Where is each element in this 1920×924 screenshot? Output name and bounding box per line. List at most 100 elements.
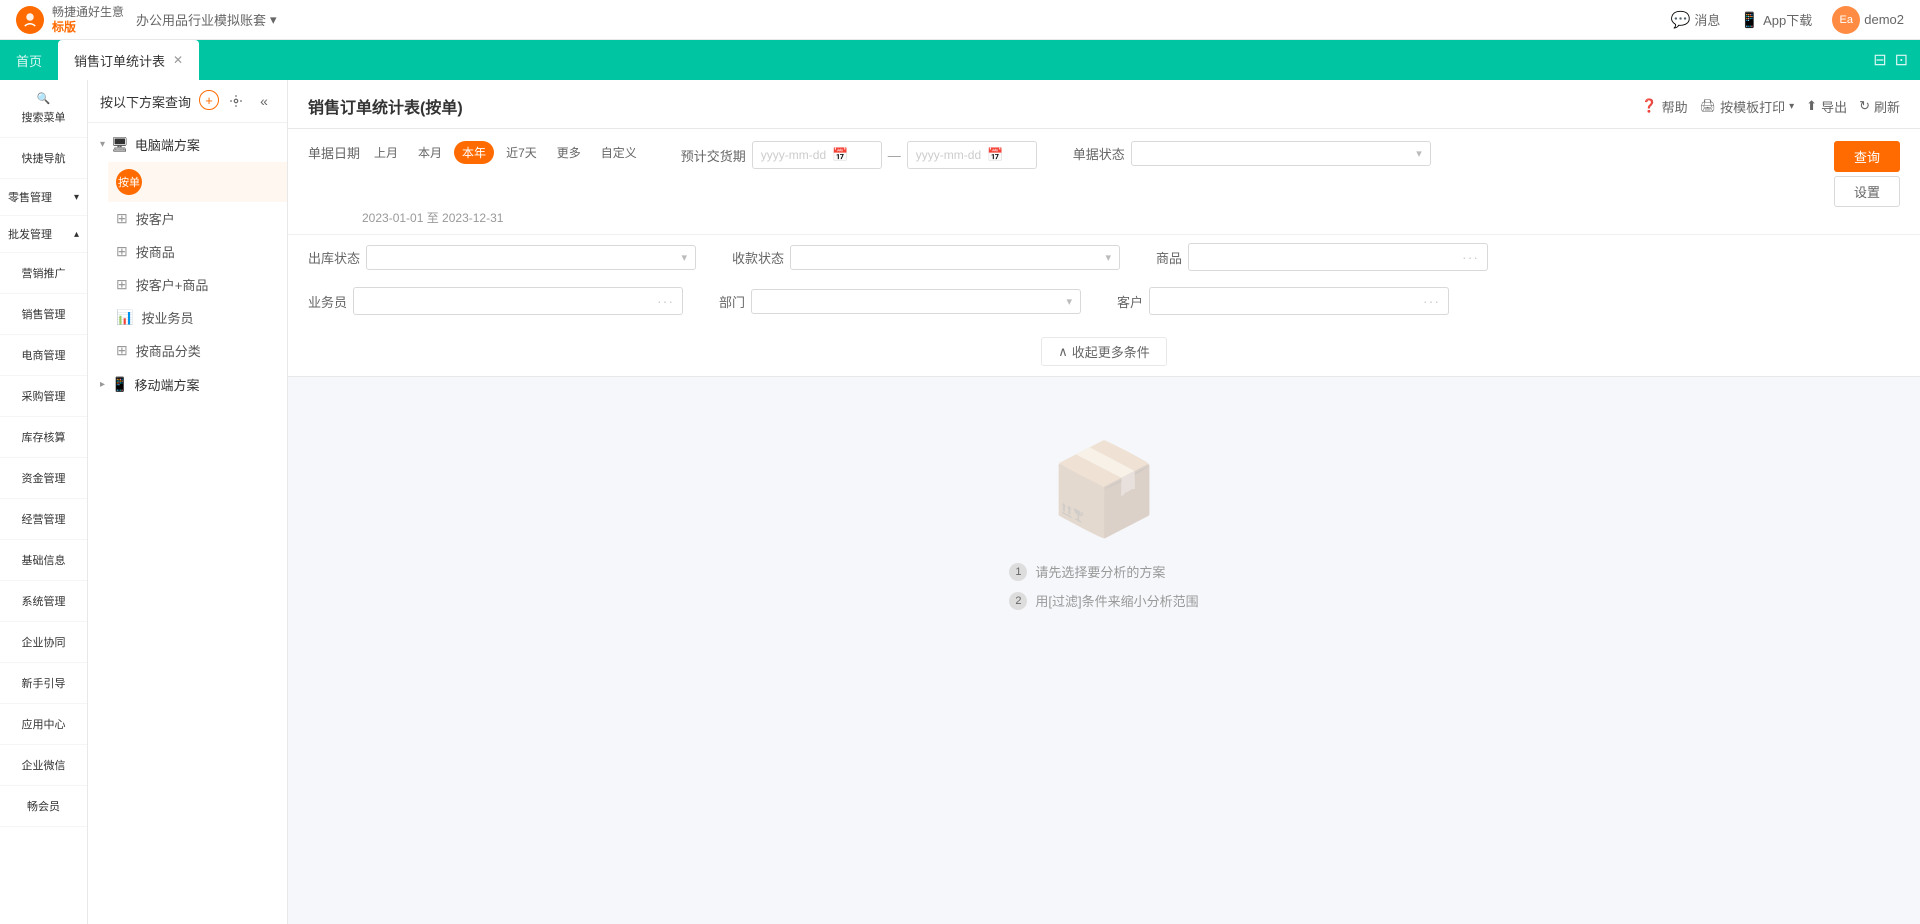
sidebar-item-new-guide[interactable]: 新手引导 [0,663,87,704]
date-tab-more[interactable]: 更多 [549,141,589,164]
scheme-item-by-order[interactable]: 按单 [108,162,287,202]
chevron-down-icon: ▾ [1067,295,1073,308]
export-icon: ⬆ [1806,98,1817,114]
logo-text: 畅捷通好生意 标版 [52,5,124,34]
date-tab-custom[interactable]: 自定义 [593,141,645,164]
tree-mobile-section[interactable]: ▸ 📱 移动端方案 [88,367,287,402]
sidebar-item-ecommerce[interactable]: 电商管理 [0,335,87,376]
chevron-down-icon: ▾ [1416,147,1422,160]
tab-home[interactable]: 首页 [0,40,58,80]
sidebar-item-sales[interactable]: 销售管理 [0,294,87,335]
right-main: 销售订单统计表(按单) ❓ 帮助 🖨 按模板打印 ▾ ⬆ 导出 [288,80,1920,924]
tab-bar: 首页 销售订单统计表 ✕ ⊟ ⊡ [0,40,1920,80]
sidebar-item-shortcuts[interactable]: 快捷导航 [0,138,87,179]
salesperson-filter: 业务员 ··· [308,287,683,315]
sidebar-item-wechat[interactable]: 企业微信 [0,745,87,786]
sidebar-item-purchase[interactable]: 采购管理 [0,376,87,417]
goods-select[interactable]: ··· [1188,243,1488,271]
download-icon: 📱 [1740,11,1759,29]
print-button[interactable]: 🖨 按模板打印 ▾ [1700,97,1795,116]
breadcrumb-dropdown[interactable]: 办公用品行业模拟账套 ▾ [136,10,277,29]
sidebar-item-members[interactable]: 畅会员 [0,786,87,827]
collapse-panel-button[interactable]: « [253,90,275,112]
tab-sales-order-stats[interactable]: 销售订单统计表 ✕ [58,40,199,80]
edit-scheme-button[interactable] [225,90,247,112]
date-tabs: 上月 本月 本年 近7天 更多 自定义 [366,141,645,164]
collapse-button[interactable]: ∧ 收起更多条件 [1041,337,1167,366]
logo-icon [16,6,44,34]
salesperson-select[interactable]: ··· [353,287,683,315]
message-button[interactable]: 💬 消息 [1670,10,1720,30]
scheme-icon: ⊞ [116,210,128,227]
help-icon: ❓ [1641,98,1657,114]
query-button[interactable]: 查询 [1834,141,1900,172]
empty-illustration: 📦 [1048,437,1160,542]
sidebar-item-system[interactable]: 系统管理 [0,581,87,622]
sidebar-item-search[interactable]: 🔍 搜索菜单 [0,80,87,138]
sidebar: 🔍 搜索菜单 快捷导航 零售管理 ▾ 批发管理 ▴ 营销推广 销售管理 电商管理… [0,80,88,924]
main-action-buttons: 查询 设置 [1834,141,1900,207]
tree-pc-section[interactable]: ▾ 🖥 电脑端方案 [88,127,287,162]
payment-status-filter: 收款状态 ▾ [732,245,1120,270]
filter-row-2: 出库状态 ▾ 收款状态 ▾ 商品 [288,234,1920,279]
date-tab-last-month[interactable]: 上月 [366,141,406,164]
tab-bar-actions: ⊟ ⊡ [1873,50,1920,70]
add-scheme-button[interactable]: + [199,90,219,110]
export-button[interactable]: ⬆ 导出 [1806,97,1847,116]
more-dots-icon-3[interactable]: ··· [1423,293,1440,309]
refresh-button[interactable]: ↻ 刷新 [1859,97,1900,116]
expected-delivery-start[interactable]: yyyy-mm-dd 📅 [752,141,882,169]
sidebar-item-inventory[interactable]: 库存核算 [0,417,87,458]
sidebar-item-finance[interactable]: 资金管理 [0,458,87,499]
search-icon: 🔍 [37,92,51,105]
out-status-select[interactable]: ▾ [366,245,696,270]
scheme-icon: ⊞ [116,243,128,260]
app-download-button[interactable]: 📱 App下载 [1740,10,1812,29]
sidebar-item-marketing[interactable]: 营销推广 [0,253,87,294]
scheme-item-by-customer-goods[interactable]: ⊞ 按客户+商品 [108,268,287,301]
status-select[interactable]: ▾ [1131,141,1431,166]
scheme-item-by-customer[interactable]: ⊞ 按客户 [108,202,287,235]
print-icon: 🖨 [1700,98,1717,114]
payment-status-select[interactable]: ▾ [790,245,1120,270]
goods-filter: 商品 ··· [1156,243,1488,271]
sidebar-item-app-center[interactable]: 应用中心 [0,704,87,745]
sidebar-item-enterprise[interactable]: 企业协同 [0,622,87,663]
header-right: 💬 消息 📱 App下载 Ea demo2 [1670,6,1904,34]
chevron-up-icon: ▴ [74,229,79,240]
customer-select[interactable]: ··· [1149,287,1449,315]
tab-maximize-icon[interactable]: ⊡ [1895,50,1908,70]
date-tab-this-month[interactable]: 本月 [410,141,450,164]
scheme-item-by-goods-category[interactable]: ⊞ 按商品分类 [108,334,287,367]
sidebar-item-operations[interactable]: 经营管理 [0,499,87,540]
page-header: 销售订单统计表(按单) ❓ 帮助 🖨 按模板打印 ▾ ⬆ 导出 [288,80,1920,129]
empty-step-2: 2 用[过滤]条件来缩小分析范围 [1009,591,1198,610]
left-panel-header: 按以下方案查询 + « [88,80,287,123]
tab-minimize-icon[interactable]: ⊟ [1873,50,1886,70]
department-filter: 部门 ▾ [719,289,1081,314]
user-profile[interactable]: Ea demo2 [1832,6,1904,34]
chevron-down-icon: ▾ [1106,251,1112,264]
empty-steps: 1 请先选择要分析的方案 2 用[过滤]条件来缩小分析范围 [1009,562,1198,610]
department-select[interactable]: ▾ [751,289,1081,314]
date-tab-last-7-days[interactable]: 近7天 [498,141,545,164]
collapse-icon: ∧ [1058,344,1068,360]
date-tab-this-year[interactable]: 本年 [454,141,494,164]
step-num-2: 2 [1009,592,1027,610]
scheme-item-by-goods[interactable]: ⊞ 按商品 [108,235,287,268]
tab-close-icon[interactable]: ✕ [173,53,183,67]
sidebar-item-wholesale[interactable]: 批发管理 ▴ [0,216,87,253]
more-dots-icon-2[interactable]: ··· [657,293,674,309]
empty-step-1: 1 请先选择要分析的方案 [1009,562,1198,581]
help-button[interactable]: ❓ 帮助 [1641,97,1687,116]
top-header: 畅捷通好生意 标版 办公用品行业模拟账套 ▾ 💬 消息 📱 App下载 Ea d… [0,0,1920,40]
sidebar-item-basic-info[interactable]: 基础信息 [0,540,87,581]
sidebar-item-retail[interactable]: 零售管理 ▾ [0,179,87,216]
more-dots-icon[interactable]: ··· [1462,249,1479,265]
settings-button[interactable]: 设置 [1834,176,1900,207]
scheme-item-by-salesperson[interactable]: 📊 按业务员 [108,301,287,334]
logo-area: 畅捷通好生意 标版 [16,5,124,34]
content-area: 按以下方案查询 + « ▾ 🖥 [88,80,1920,924]
expected-delivery-end[interactable]: yyyy-mm-dd 📅 [907,141,1037,169]
avatar: Ea [1832,6,1860,34]
